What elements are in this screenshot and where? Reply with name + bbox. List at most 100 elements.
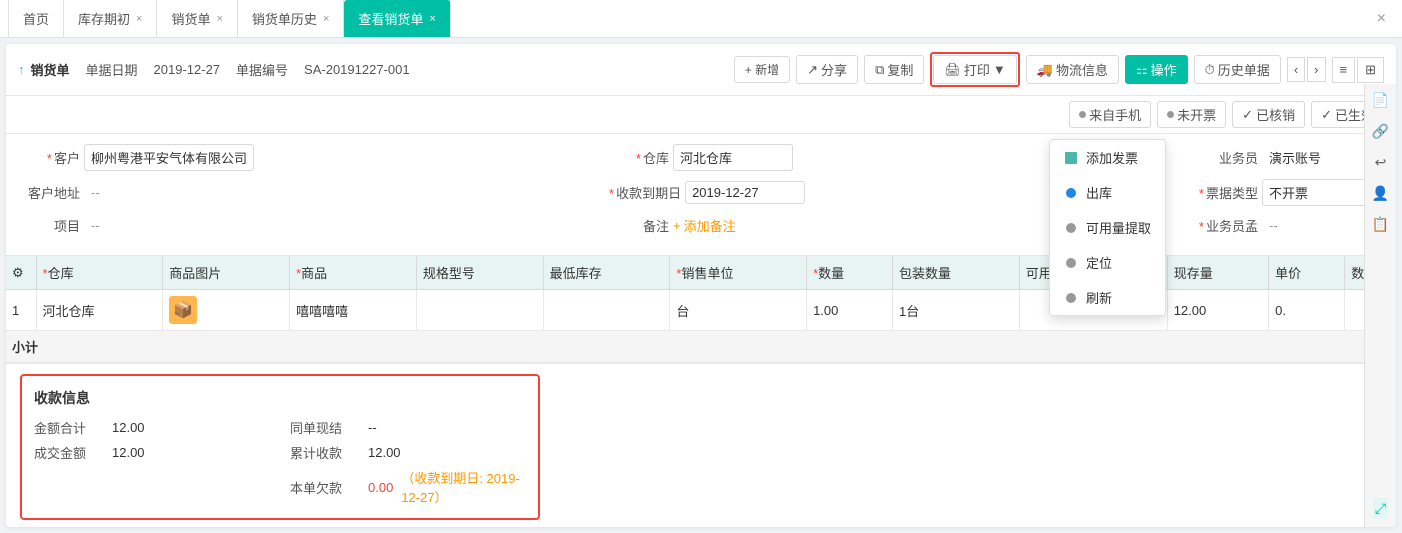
due-date-value[interactable]: 2019-12-27 — [685, 181, 805, 204]
payment-title: 收款信息 — [34, 388, 526, 408]
sidebar-icon-user[interactable]: 👤 — [1372, 185, 1389, 202]
payment-row-transaction: 成交金额 12.00 — [34, 443, 270, 462]
close-icon[interactable]: × — [429, 13, 435, 25]
print-button[interactable]: 🖨 打印 ▼ — [933, 55, 1016, 84]
not-open-button[interactable]: 未开票 — [1157, 101, 1226, 128]
tab-inventory-init[interactable]: 库存期初 × — [64, 0, 157, 37]
sidebar-icon-return[interactable]: ↩ — [1375, 154, 1387, 171]
history-button[interactable]: ⏱ 历史单据 — [1194, 55, 1281, 84]
close-icon[interactable]: × — [136, 13, 142, 25]
payment-grid: 金额合计 12.00 同单现结 -- 成交金额 12.00 累计收款 12.00… — [34, 418, 526, 506]
share-button[interactable]: ↗ 分享 — [796, 55, 858, 84]
refresh-item[interactable]: 刷新 — [1050, 280, 1165, 315]
add-icon: + — [673, 218, 681, 233]
date-label: 单据日期 — [86, 60, 138, 79]
right-sidebar: 📄 🔗 ↩ 👤 📋 ⤢ — [1364, 84, 1396, 527]
outbound-icon — [1064, 186, 1078, 200]
next-button[interactable]: › — [1307, 57, 1325, 82]
outbound-item[interactable]: 出库 — [1050, 175, 1165, 210]
tab-sales-history[interactable]: 销货单历史 × — [238, 0, 344, 37]
tab-view-sales[interactable]: 查看销货单 × — [344, 0, 450, 37]
avail-qty-icon — [1064, 221, 1078, 235]
amount-total-value: 12.00 — [112, 420, 145, 435]
grid-view-button[interactable]: ⊞ — [1357, 57, 1384, 83]
sidebar-icon-expand[interactable]: ⤢ — [1373, 498, 1388, 519]
customer-field: 客户 柳州粤港平安气体有限公司 — [20, 144, 609, 171]
img-col-header: 商品图片 — [163, 256, 290, 290]
add-invoice-label: 添加发票 — [1086, 148, 1138, 167]
doc-title: ↑ 销货单 — [18, 60, 70, 79]
due-date-label: 收款到期日 — [609, 183, 681, 202]
window-close-button[interactable]: × — [1369, 6, 1394, 32]
locate-item[interactable]: 定位 — [1050, 245, 1165, 280]
print-dropdown-icon: ▼ — [993, 62, 1006, 77]
copy-button[interactable]: ⧉ 复制 — [864, 55, 924, 84]
payment-row-same-bill: 同单现结 -- — [290, 418, 526, 437]
prev-button[interactable]: ‹ — [1287, 57, 1305, 82]
warehouse-label: 仓库 — [609, 148, 669, 167]
add-note-button[interactable]: + 添加备注 — [673, 216, 736, 235]
logistics-button[interactable]: 🚚 物流信息 — [1026, 55, 1119, 84]
date-value: 2019-12-27 — [154, 62, 221, 77]
form-area: 客户 柳州粤港平安气体有限公司 仓库 河北仓库 业务员 演示账号 客户地址 --… — [6, 134, 1396, 256]
sidebar-icon-link[interactable]: 🔗 — [1372, 123, 1389, 140]
row-qty: 1.00 — [807, 290, 893, 331]
number-label: 单据编号 — [236, 60, 288, 79]
print-highlight-box: 🖨 打印 ▼ — [930, 52, 1019, 87]
tab-sales-order[interactable]: 销货单 × — [157, 0, 237, 37]
sidebar-icon-clipboard[interactable]: 📋 — [1372, 216, 1389, 233]
same-bill-label: 同单现结 — [290, 418, 360, 437]
staff2-field: 业务员孟 -- — [1198, 214, 1382, 237]
list-view-button[interactable]: ≡ — [1332, 57, 1356, 83]
amount-total-label: 金额合计 — [34, 418, 104, 437]
table-container: ⚙ *仓库 商品图片 *商品 规格型号 最低库存 *销售单位 *数量 包装数量 … — [6, 256, 1396, 364]
table-row: 1 河北仓库 📦 嘻嘻嘻嘻 台 1.00 1台 12.00 0. — [6, 290, 1396, 331]
ticket-field: 票据类型 不开票 — [1198, 179, 1382, 206]
confirm-button[interactable]: ✓ 已核销 — [1232, 101, 1305, 128]
current-col-header: 现存量 — [1167, 256, 1268, 290]
from-phone-dot — [1079, 111, 1086, 118]
tab-home[interactable]: 首页 — [8, 0, 64, 37]
sidebar-icon-doc[interactable]: 📄 — [1372, 92, 1389, 109]
due-date-note: （收款到期日: 2019-12-27） — [401, 468, 526, 506]
locate-icon — [1064, 256, 1078, 270]
row-current: 12.00 — [1167, 290, 1268, 331]
active-icon: ✓ — [1321, 107, 1332, 123]
project-value: -- — [84, 214, 204, 237]
new-button[interactable]: + 新增 — [734, 56, 790, 83]
nav-arrows: ‹ › — [1287, 57, 1326, 82]
operations-button[interactable]: ⚏ 操作 — [1125, 55, 1188, 84]
project-field: 项目 -- — [20, 214, 609, 237]
locate-label: 定位 — [1086, 253, 1112, 272]
copy-icon: ⧉ — [875, 62, 884, 78]
doc-meta: 单据日期 2019-12-27 单据编号 SA-20191227-001 — [86, 60, 410, 79]
main-area: ↑ 销货单 单据日期 2019-12-27 单据编号 SA-20191227-0… — [6, 44, 1396, 527]
subtotal-label: 小计 — [6, 331, 1396, 363]
warehouse-value[interactable]: 河北仓库 — [673, 144, 793, 171]
product-image: 📦 — [169, 296, 197, 324]
add-invoice-item[interactable]: 添加发票 — [1050, 140, 1165, 175]
unit-col-header: *销售单位 — [670, 256, 807, 290]
close-icon[interactable]: × — [323, 13, 329, 25]
confirm-icon: ✓ — [1242, 107, 1253, 123]
close-icon[interactable]: × — [216, 13, 222, 25]
tab-bar: 首页 库存期初 × 销货单 × 销货单历史 × 查看销货单 × × — [0, 0, 1402, 38]
print-icon: 🖨 — [944, 62, 961, 78]
same-bill-value: -- — [368, 420, 377, 435]
sales-order-icon: ↑ — [18, 62, 25, 77]
from-phone-button[interactable]: 来自手机 — [1069, 101, 1151, 128]
customer-value[interactable]: 柳州粤港平安气体有限公司 — [84, 144, 254, 171]
cumulative-value: 12.00 — [368, 445, 401, 460]
payment-row-cumulative: 累计收款 12.00 — [290, 443, 526, 462]
pkg-qty-col-header: 包装数量 — [893, 256, 1020, 290]
transaction-label: 成交金额 — [34, 443, 104, 462]
refresh-icon — [1064, 291, 1078, 305]
balance-value: 0.00 — [368, 480, 393, 495]
warehouse-col-header: *仓库 — [36, 256, 163, 290]
qty-col-header: *数量 — [807, 256, 893, 290]
payment-row-balance: 本单欠款 0.00 （收款到期日: 2019-12-27） — [290, 468, 526, 506]
staff-field: 业务员 演示账号 — [1198, 144, 1382, 171]
avail-qty-item[interactable]: 可用量提取 — [1050, 210, 1165, 245]
spec-col-header: 规格型号 — [416, 256, 543, 290]
note-label: 备注 — [609, 216, 669, 235]
